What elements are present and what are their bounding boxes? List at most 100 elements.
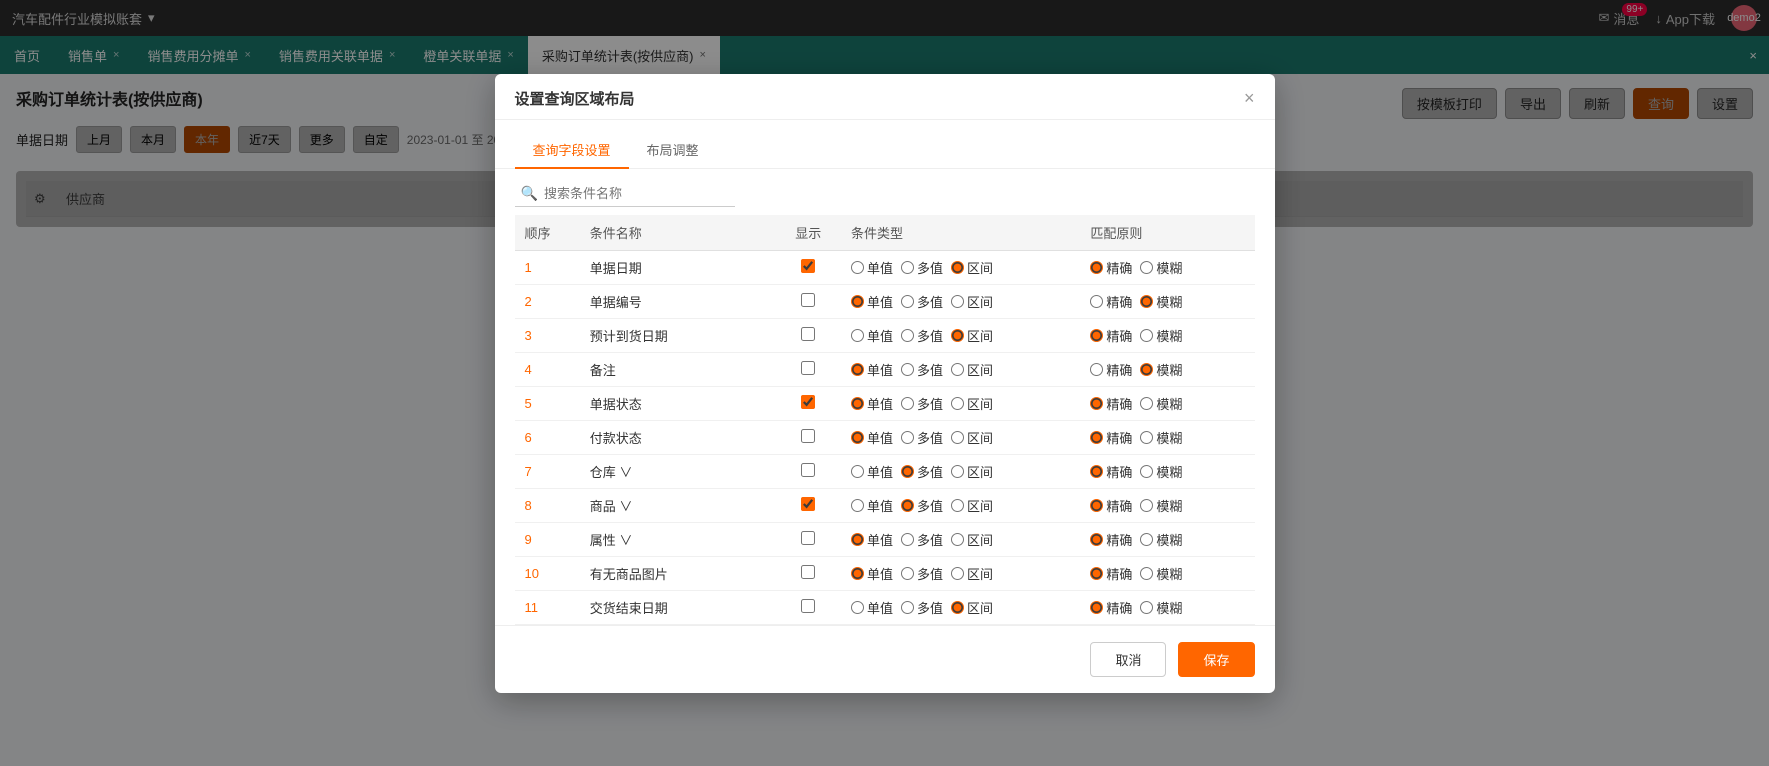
type-option-区间[interactable]: 区间 (951, 564, 993, 583)
row-type: 单值多值区间 (841, 556, 1080, 590)
match-option-精确[interactable]: 精确 (1090, 496, 1132, 515)
search-input[interactable] (544, 186, 724, 201)
type-option-单值[interactable]: 单值 (851, 394, 893, 413)
row-display[interactable] (776, 522, 841, 556)
type-option-区间[interactable]: 区间 (951, 394, 993, 413)
row-display[interactable] (776, 318, 841, 352)
display-checkbox[interactable] (801, 531, 815, 545)
type-option-单值[interactable]: 单值 (851, 530, 893, 549)
type-option-区间[interactable]: 区间 (951, 462, 993, 481)
type-option-区间[interactable]: 区间 (951, 292, 993, 311)
tab-layout[interactable]: 布局调整 (629, 132, 717, 169)
type-option-区间[interactable]: 区间 (951, 428, 993, 447)
match-option-精确[interactable]: 精确 (1090, 598, 1132, 617)
match-option-精确[interactable]: 精确 (1090, 360, 1132, 379)
match-option-模糊[interactable]: 模糊 (1140, 462, 1182, 481)
type-option-单值[interactable]: 单值 (851, 462, 893, 481)
type-option-多值[interactable]: 多值 (901, 360, 943, 379)
type-option-多值[interactable]: 多值 (901, 326, 943, 345)
display-checkbox[interactable] (801, 395, 815, 409)
match-option-精确[interactable]: 精确 (1090, 258, 1132, 277)
display-checkbox[interactable] (801, 463, 815, 477)
row-display[interactable] (776, 420, 841, 454)
match-option-模糊[interactable]: 模糊 (1140, 496, 1182, 515)
match-option-模糊[interactable]: 模糊 (1140, 530, 1182, 549)
type-option-单值[interactable]: 单值 (851, 292, 893, 311)
display-checkbox[interactable] (801, 565, 815, 579)
dialog-close-button[interactable]: × (1244, 89, 1255, 107)
row-match: 精确模糊 (1080, 250, 1254, 284)
type-option-区间[interactable]: 区间 (951, 598, 993, 617)
match-option-精确[interactable]: 精确 (1090, 326, 1132, 345)
match-option-精确[interactable]: 精确 (1090, 394, 1132, 413)
row-order: 11 (515, 590, 580, 624)
display-checkbox[interactable] (801, 599, 815, 613)
row-display[interactable] (776, 590, 841, 624)
match-option-精确[interactable]: 精确 (1090, 530, 1132, 549)
type-option-单值[interactable]: 单值 (851, 258, 893, 277)
display-checkbox[interactable] (801, 327, 815, 341)
type-option-单值[interactable]: 单值 (851, 496, 893, 515)
match-option-模糊[interactable]: 模糊 (1140, 598, 1182, 617)
display-checkbox[interactable] (801, 497, 815, 511)
row-type: 单值多值区间 (841, 318, 1080, 352)
dialog-footer: 取消 保存 (495, 625, 1275, 693)
type-option-多值[interactable]: 多值 (901, 394, 943, 413)
match-option-精确[interactable]: 精确 (1090, 564, 1132, 583)
display-checkbox[interactable] (801, 259, 815, 273)
match-option-精确[interactable]: 精确 (1090, 292, 1132, 311)
type-option-多值[interactable]: 多值 (901, 564, 943, 583)
row-type: 单值多值区间 (841, 590, 1080, 624)
dialog-header: 设置查询区域布局 × (495, 74, 1275, 120)
row-name: 单据日期 (580, 250, 776, 284)
type-option-单值[interactable]: 单值 (851, 428, 893, 447)
row-display[interactable] (776, 556, 841, 590)
tab-query-fields[interactable]: 查询字段设置 (515, 132, 629, 169)
display-checkbox[interactable] (801, 429, 815, 443)
table-row: 2单据编号单值多值区间精确模糊 (515, 284, 1255, 318)
row-display[interactable] (776, 284, 841, 318)
table-row: 3预计到货日期单值多值区间精确模糊 (515, 318, 1255, 352)
row-type: 单值多值区间 (841, 352, 1080, 386)
type-option-区间[interactable]: 区间 (951, 530, 993, 549)
type-option-区间[interactable]: 区间 (951, 326, 993, 345)
match-option-模糊[interactable]: 模糊 (1140, 564, 1182, 583)
type-option-多值[interactable]: 多值 (901, 258, 943, 277)
table-row: 4备注单值多值区间精确模糊 (515, 352, 1255, 386)
search-icon: 🔍 (521, 185, 538, 202)
match-option-模糊[interactable]: 模糊 (1140, 258, 1182, 277)
type-option-区间[interactable]: 区间 (951, 360, 993, 379)
type-option-多值[interactable]: 多值 (901, 292, 943, 311)
type-option-多值[interactable]: 多值 (901, 496, 943, 515)
save-button[interactable]: 保存 (1178, 642, 1254, 677)
type-option-区间[interactable]: 区间 (951, 496, 993, 515)
type-option-单值[interactable]: 单值 (851, 360, 893, 379)
display-checkbox[interactable] (801, 293, 815, 307)
row-name: 仓库 ∨ (580, 454, 776, 488)
type-option-多值[interactable]: 多值 (901, 530, 943, 549)
type-option-单值[interactable]: 单值 (851, 564, 893, 583)
row-order: 8 (515, 488, 580, 522)
match-option-模糊[interactable]: 模糊 (1140, 428, 1182, 447)
match-option-模糊[interactable]: 模糊 (1140, 326, 1182, 345)
match-option-模糊[interactable]: 模糊 (1140, 360, 1182, 379)
type-option-多值[interactable]: 多值 (901, 598, 943, 617)
dialog-title: 设置查询区域布局 (515, 88, 635, 109)
row-display[interactable] (776, 352, 841, 386)
row-display[interactable] (776, 454, 841, 488)
type-option-多值[interactable]: 多值 (901, 428, 943, 447)
row-display[interactable] (776, 488, 841, 522)
match-option-模糊[interactable]: 模糊 (1140, 292, 1182, 311)
match-option-模糊[interactable]: 模糊 (1140, 394, 1182, 413)
type-option-单值[interactable]: 单值 (851, 326, 893, 345)
match-option-精确[interactable]: 精确 (1090, 462, 1132, 481)
display-checkbox[interactable] (801, 361, 815, 375)
type-option-区间[interactable]: 区间 (951, 258, 993, 277)
type-option-单值[interactable]: 单值 (851, 598, 893, 617)
row-display[interactable] (776, 250, 841, 284)
cancel-button[interactable]: 取消 (1090, 642, 1166, 677)
match-option-精确[interactable]: 精确 (1090, 428, 1132, 447)
row-match: 精确模糊 (1080, 590, 1254, 624)
type-option-多值[interactable]: 多值 (901, 462, 943, 481)
row-display[interactable] (776, 386, 841, 420)
